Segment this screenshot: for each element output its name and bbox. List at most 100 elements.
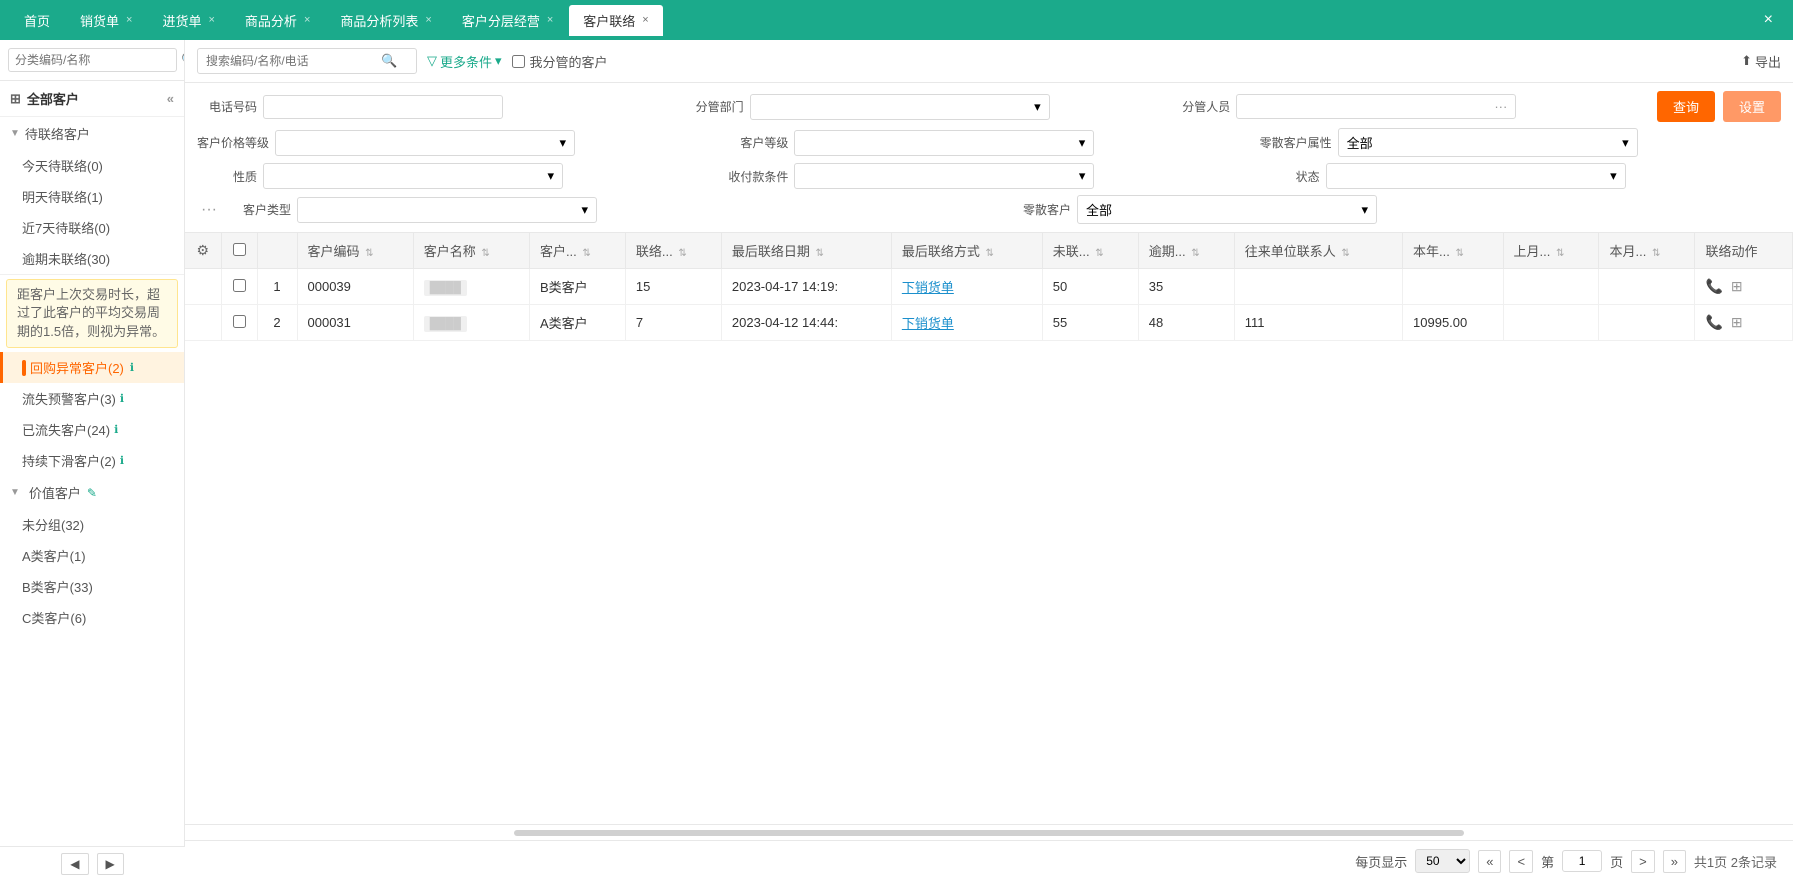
row1-code[interactable]: 000039 bbox=[297, 269, 413, 305]
close-all-tabs[interactable]: × bbox=[1754, 11, 1783, 29]
tab-product-analysis[interactable]: 商品分析 × bbox=[231, 5, 324, 36]
row1-phone-icon[interactable]: 📞 bbox=[1705, 278, 1722, 295]
sidebar-item-class-b[interactable]: B类客户(33) bbox=[0, 571, 184, 602]
row1-check[interactable] bbox=[221, 269, 257, 305]
col-last-method[interactable]: 最后联络方式 ⇅ bbox=[891, 233, 1042, 269]
export-button[interactable]: ⬆ 导出 bbox=[1741, 52, 1781, 71]
filter-phone-input[interactable] bbox=[263, 95, 503, 119]
tab-customer-contact[interactable]: 客户联络 × bbox=[569, 5, 662, 36]
main-search-icon[interactable]: 🔍 bbox=[381, 53, 397, 69]
filter-status-select[interactable]: ▾ bbox=[1326, 163, 1626, 189]
col-prev-contact-sort[interactable]: ⇅ bbox=[1341, 248, 1349, 259]
repurchase-abnormal-item[interactable]: 回购异常客户(2) ℹ bbox=[0, 352, 184, 383]
sidebar-item-unclassified[interactable]: 未分组(32) bbox=[0, 509, 184, 540]
col-settings[interactable]: ⚙ bbox=[185, 233, 221, 269]
filter-payment-select[interactable]: ▾ bbox=[794, 163, 1094, 189]
tab-customer-contact-close[interactable]: × bbox=[642, 14, 648, 26]
filter-nature-select[interactable]: ▾ bbox=[263, 163, 563, 189]
col-overdue[interactable]: 逾期... ⇅ bbox=[1138, 233, 1234, 269]
scroll-bar-thumb[interactable] bbox=[514, 830, 1464, 836]
sidebar-item-lost-predict[interactable]: 流失预警客户(3) ℹ bbox=[0, 383, 184, 414]
col-last-date[interactable]: 最后联络日期 ⇅ bbox=[721, 233, 891, 269]
lost-predict-info-icon[interactable]: ℹ bbox=[120, 392, 124, 405]
main-search-input[interactable] bbox=[206, 54, 376, 68]
col-uncontacted[interactable]: 未联... ⇅ bbox=[1042, 233, 1138, 269]
row1-detail-icon[interactable]: ⊞ bbox=[1731, 278, 1743, 295]
row2-detail-icon[interactable]: ⊞ bbox=[1731, 314, 1743, 331]
prev-page-btn[interactable]: < bbox=[1509, 850, 1533, 873]
page-number-input[interactable] bbox=[1562, 850, 1602, 872]
col-name[interactable]: 客户名称 ⇅ bbox=[413, 233, 529, 269]
filter-retail-attr-select[interactable]: 全部 ▾ bbox=[1338, 128, 1638, 157]
horizontal-scrollbar[interactable] bbox=[185, 824, 1793, 840]
my-customers-checkbox[interactable] bbox=[512, 55, 525, 68]
repurchase-info-icon[interactable]: ℹ bbox=[130, 361, 134, 374]
row2-last-method[interactable]: 下销货单 bbox=[891, 305, 1042, 341]
tab-sales[interactable]: 销货单 × bbox=[66, 5, 146, 36]
row2-phone-icon[interactable]: 📞 bbox=[1705, 314, 1722, 331]
tab-product-analysis-list-close[interactable]: × bbox=[425, 14, 431, 26]
filter-customer-level-select[interactable]: ▾ bbox=[794, 130, 1094, 156]
sidebar-item-class-a[interactable]: A类客户(1) bbox=[0, 540, 184, 571]
col-contact-sort[interactable]: ⇅ bbox=[678, 248, 686, 259]
repurchase-abnormal-label-wrap[interactable]: 回购异常客户(2) ℹ bbox=[0, 352, 184, 383]
query-button[interactable]: 查询 bbox=[1657, 91, 1715, 122]
tab-sales-close[interactable]: × bbox=[126, 14, 132, 26]
first-page-btn[interactable]: « bbox=[1478, 850, 1501, 873]
sidebar-search-input[interactable] bbox=[8, 48, 177, 72]
col-this-year[interactable]: 本年... ⇅ bbox=[1403, 233, 1503, 269]
row2-check[interactable] bbox=[221, 305, 257, 341]
col-code-sort[interactable]: ⇅ bbox=[365, 248, 373, 259]
row1-checkbox[interactable] bbox=[233, 279, 246, 292]
sidebar-item-today[interactable]: 今天待联络(0) bbox=[0, 150, 184, 181]
lost-info-icon[interactable]: ℹ bbox=[114, 423, 118, 436]
col-type-sort[interactable]: ⇅ bbox=[582, 248, 590, 259]
row2-checkbox[interactable] bbox=[233, 315, 246, 328]
col-name-sort[interactable]: ⇅ bbox=[481, 248, 489, 259]
row2-method-link[interactable]: 下销货单 bbox=[902, 316, 954, 331]
tab-product-analysis-close[interactable]: × bbox=[304, 14, 310, 26]
all-customers-header[interactable]: ⊞ 全部客户 « bbox=[0, 81, 184, 117]
sidebar-item-week[interactable]: 近7天待联络(0) bbox=[0, 212, 184, 243]
sidebar-item-overdue-contact[interactable]: 逾期未联络(30) bbox=[0, 243, 184, 274]
col-check[interactable] bbox=[221, 233, 257, 269]
collapse-icon[interactable]: « bbox=[167, 91, 174, 106]
per-page-select[interactable]: 50 20 100 bbox=[1415, 849, 1470, 873]
row1-method-link[interactable]: 下销货单 bbox=[902, 280, 954, 295]
value-customer-header[interactable]: ▼ 价值客户 ✎ bbox=[0, 476, 184, 509]
filter-person-more[interactable]: ··· bbox=[1494, 99, 1507, 114]
row2-code[interactable]: 000031 bbox=[297, 305, 413, 341]
col-this-year-sort[interactable]: ⇅ bbox=[1456, 248, 1464, 259]
filter-more-button[interactable]: ··· bbox=[197, 201, 221, 219]
tab-purchase-close[interactable]: × bbox=[208, 14, 214, 26]
row1-last-method[interactable]: 下销货单 bbox=[891, 269, 1042, 305]
tab-purchase[interactable]: 进货单 × bbox=[148, 5, 228, 36]
sidebar-prev-btn[interactable]: ◀ bbox=[61, 853, 88, 875]
decline-info-icon[interactable]: ℹ bbox=[120, 454, 124, 467]
sidebar-item-decline[interactable]: 持续下滑客户(2) ℹ bbox=[0, 445, 184, 476]
sidebar-item-tomorrow[interactable]: 明天待联络(1) bbox=[0, 181, 184, 212]
more-conditions-btn[interactable]: ▽ 更多条件 ▾ bbox=[427, 52, 502, 71]
tab-home[interactable]: 首页 bbox=[10, 5, 64, 36]
sidebar-next-btn[interactable]: ▶ bbox=[97, 853, 124, 875]
sidebar-item-class-c[interactable]: C类客户(6) bbox=[0, 602, 184, 633]
tab-customer-segment-close[interactable]: × bbox=[547, 14, 553, 26]
col-type[interactable]: 客户... ⇅ bbox=[529, 233, 625, 269]
my-customers-toggle[interactable]: 我分管的客户 bbox=[512, 52, 608, 71]
sidebar-item-lost[interactable]: 已流失客户(24) ℹ bbox=[0, 414, 184, 445]
next-page-btn[interactable]: > bbox=[1631, 850, 1655, 873]
col-this-month[interactable]: 本月... ⇅ bbox=[1599, 233, 1695, 269]
value-customer-edit-icon[interactable]: ✎ bbox=[87, 486, 97, 500]
row1-name[interactable]: ████ bbox=[413, 269, 529, 305]
tab-customer-segment[interactable]: 客户分层经营 × bbox=[448, 5, 567, 36]
filter-price-level-select[interactable]: ▾ bbox=[275, 130, 575, 156]
col-uncontacted-sort[interactable]: ⇅ bbox=[1095, 248, 1103, 259]
col-this-month-sort[interactable]: ⇅ bbox=[1652, 248, 1660, 259]
col-code[interactable]: 客户编码 ⇅ bbox=[297, 233, 413, 269]
col-contact[interactable]: 联络... ⇅ bbox=[625, 233, 721, 269]
tab-product-analysis-list[interactable]: 商品分析列表 × bbox=[326, 5, 445, 36]
pending-contact-header[interactable]: ▼ 待联络客户 bbox=[0, 117, 184, 150]
filter-retail-customer-select[interactable]: 全部 ▾ bbox=[1077, 195, 1377, 224]
select-all-checkbox[interactable] bbox=[233, 243, 246, 256]
filter-person-select[interactable]: ··· bbox=[1236, 94, 1516, 119]
